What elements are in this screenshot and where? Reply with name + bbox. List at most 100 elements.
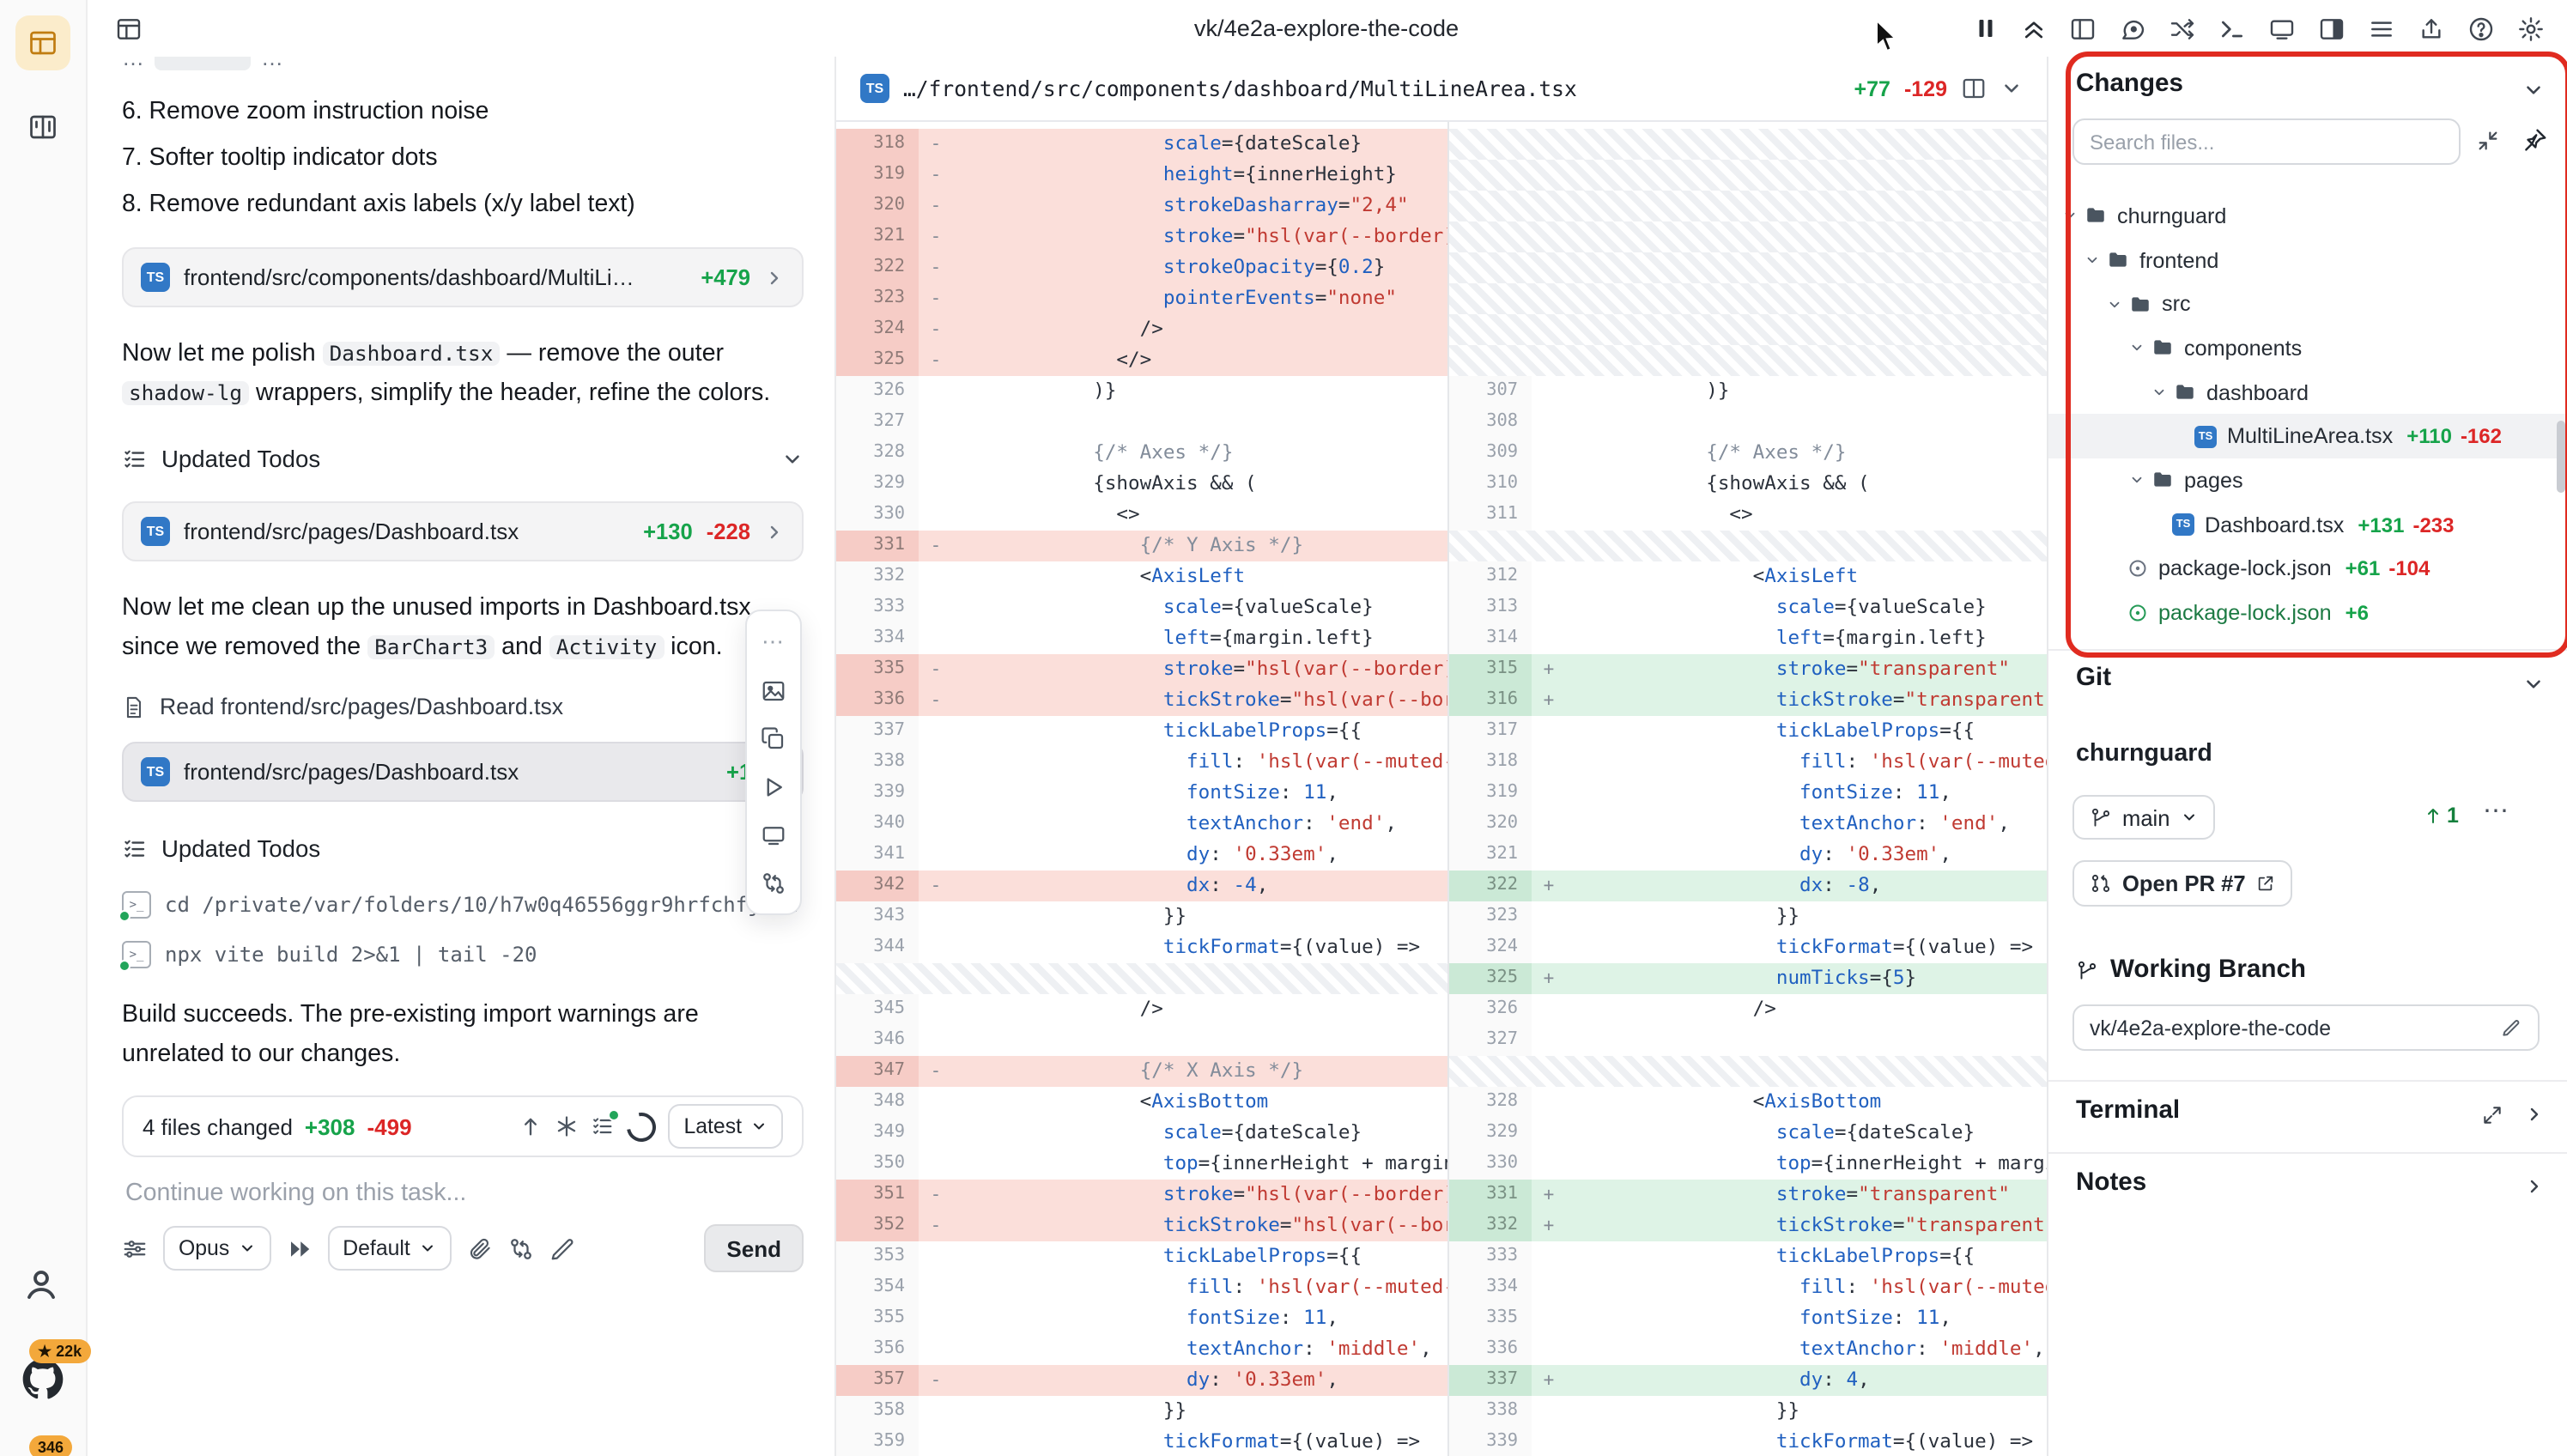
spark-icon — [555, 1114, 579, 1138]
run-button[interactable] — [747, 762, 800, 810]
diff-viewer: TS …/frontend/src/components/dashboard/M… — [836, 57, 2047, 1456]
collapse-up-icon[interactable] — [2021, 15, 2047, 41]
changes-tree-item[interactable]: TSDashboard.tsx+131-233 — [2048, 503, 2567, 547]
changes-tree-item[interactable]: TSMultiLineArea.tsx+110-162 — [2048, 415, 2567, 458]
share-icon[interactable] — [2418, 15, 2445, 42]
checklist-icon — [122, 446, 148, 471]
chevron-down-icon[interactable] — [2522, 79, 2545, 101]
diff-line-old: 339fontSize: 11, — [836, 778, 1447, 809]
pin-icon[interactable] — [2522, 127, 2548, 153]
copy-button[interactable] — [747, 714, 800, 762]
workspaces-button[interactable] — [22, 106, 64, 148]
changes-tree-item[interactable]: package-lock.json+61-104 — [2048, 547, 2567, 591]
file-change-card[interactable]: TS frontend/src/pages/Dashboard.tsx +1 -… — [122, 742, 804, 802]
changes-section-title: Changes — [2076, 70, 2183, 98]
message-hover-toolbar: ⋯ — [745, 610, 802, 915]
chat-bubble-icon[interactable] — [2119, 15, 2146, 42]
diff-line-new: 322+dx: -8, — [1449, 871, 2047, 901]
changes-tree-item[interactable]: src — [2048, 282, 2567, 326]
menu-icon[interactable] — [2368, 15, 2395, 42]
diff-file-path: …/frontend/src/components/dashboard/Mult… — [903, 76, 1841, 100]
chevron-down-icon[interactable] — [2000, 77, 2023, 100]
notes-section-title: Notes — [2076, 1169, 2146, 1197]
working-branch-field[interactable]: vk/4e2a-explore-the-code — [2072, 1004, 2540, 1051]
pause-icon[interactable] — [1973, 15, 1999, 41]
tree-item-label: components — [2184, 337, 2302, 361]
files-changed-label: 4 files changed — [143, 1113, 293, 1139]
diff-line-old: 338fill: 'hsl(var(--muted-foreground))', — [836, 747, 1447, 778]
send-button[interactable]: Send — [704, 1224, 804, 1272]
updated-todos-row[interactable]: Updated Todos — [122, 438, 804, 479]
preview-button[interactable] — [747, 810, 800, 858]
branch-more-button[interactable]: ⋯ — [2483, 795, 2510, 826]
split-view-icon[interactable] — [1961, 76, 1987, 101]
paperclip-icon[interactable] — [467, 1235, 493, 1261]
changes-tree-item[interactable]: package-lock.json+6 — [2048, 591, 2567, 634]
up-arrow-icon — [2423, 805, 2443, 826]
changes-tree-item[interactable]: churnguard — [2048, 194, 2567, 238]
terminal-command-row[interactable]: >_ cd /private/var/folders/10/h7w0q46556… — [122, 891, 804, 919]
diff-line-old: 329{showAxis && ( — [836, 469, 1447, 500]
panel-right-icon[interactable] — [2318, 15, 2345, 42]
typescript-file-icon: TS — [141, 263, 170, 292]
chevron-down-icon[interactable] — [2522, 673, 2545, 695]
inline-code: Dashboard.tsx — [323, 342, 501, 366]
todos-status-button[interactable] — [591, 1114, 615, 1138]
file-change-card[interactable]: TS frontend/src/components/dashboard/Mul… — [122, 247, 804, 307]
changes-tree-item[interactable]: components — [2048, 326, 2567, 370]
branch-icon — [2090, 806, 2112, 828]
help-icon[interactable] — [2467, 15, 2495, 42]
message-input[interactable] — [122, 1178, 810, 1209]
preset-dropdown[interactable]: Default — [327, 1226, 452, 1271]
additions-count: +479 — [701, 264, 750, 290]
tree-item-label: dashboard — [2206, 380, 2309, 404]
spark-button[interactable] — [555, 1114, 579, 1138]
scrollbar-thumb[interactable] — [2557, 421, 2565, 493]
changes-tree-item[interactable]: pages — [2048, 458, 2567, 502]
updated-todos-row[interactable]: Updated Todos — [122, 828, 804, 869]
shuffle-icon[interactable] — [2169, 15, 2196, 42]
fast-forward-icon[interactable] — [286, 1235, 312, 1261]
search-collapse-icon[interactable] — [2476, 129, 2500, 153]
search-files-box — [2072, 118, 2461, 165]
changes-tree-item[interactable]: frontend — [2048, 238, 2567, 282]
file-change-card[interactable]: TS frontend/src/pages/Dashboard.tsx +130… — [122, 501, 804, 561]
gear-icon[interactable] — [2517, 15, 2545, 42]
typescript-file-icon: TS — [2194, 426, 2217, 448]
account-button[interactable] — [21, 1264, 65, 1308]
workspace-active-button[interactable] — [15, 15, 70, 70]
diff-line-old: 337tickLabelProps={{ — [836, 716, 1447, 747]
chevron-right-icon[interactable] — [2524, 1176, 2545, 1197]
monitor-icon[interactable] — [2268, 15, 2296, 42]
typescript-file-icon: TS — [141, 517, 170, 546]
tree-item-label: Dashboard.tsx — [2205, 513, 2344, 537]
read-file-row[interactable]: Read frontend/src/pages/Dashboard.tsx — [122, 694, 804, 719]
expand-icon[interactable] — [2481, 1104, 2503, 1126]
chevron-right-icon[interactable] — [2524, 1104, 2545, 1125]
inline-code: BarChart3 — [367, 634, 495, 658]
pen-icon[interactable] — [549, 1235, 575, 1261]
open-pr-button[interactable]: Open PR #7 — [2072, 860, 2292, 907]
git-compare-icon[interactable] — [508, 1235, 534, 1261]
model-dropdown[interactable]: Opus — [163, 1226, 270, 1271]
search-input[interactable] — [2074, 120, 2459, 163]
scroll-up-button[interactable] — [519, 1114, 543, 1138]
assistant-message: Build succeeds. The pre-existing import … — [122, 996, 802, 1073]
panel-left-icon[interactable] — [2069, 15, 2097, 42]
more-button[interactable]: ⋯ — [747, 618, 800, 666]
terminal-icon[interactable] — [2218, 15, 2246, 42]
terminal-command-row[interactable]: >_ npx vite build 2>&1 | tail -20 — [122, 941, 804, 968]
diff-line-old: 359tickFormat={(value) => — [836, 1427, 1447, 1456]
play-icon — [761, 774, 786, 799]
folder-icon — [2085, 205, 2107, 228]
chevron-down-icon — [419, 1240, 436, 1257]
diff-button[interactable] — [747, 858, 800, 907]
sliders-icon[interactable] — [122, 1235, 148, 1261]
diff-additions: +77 — [1854, 76, 1890, 100]
screenshot-button[interactable] — [747, 666, 800, 714]
diff-line-new: 329scale={dateScale} — [1449, 1118, 2047, 1149]
version-dropdown[interactable]: Latest — [668, 1104, 783, 1149]
branch-dropdown[interactable]: main — [2072, 795, 2215, 840]
diff-line-new: 335fontSize: 11, — [1449, 1303, 2047, 1334]
changes-tree-item[interactable]: dashboard — [2048, 371, 2567, 415]
